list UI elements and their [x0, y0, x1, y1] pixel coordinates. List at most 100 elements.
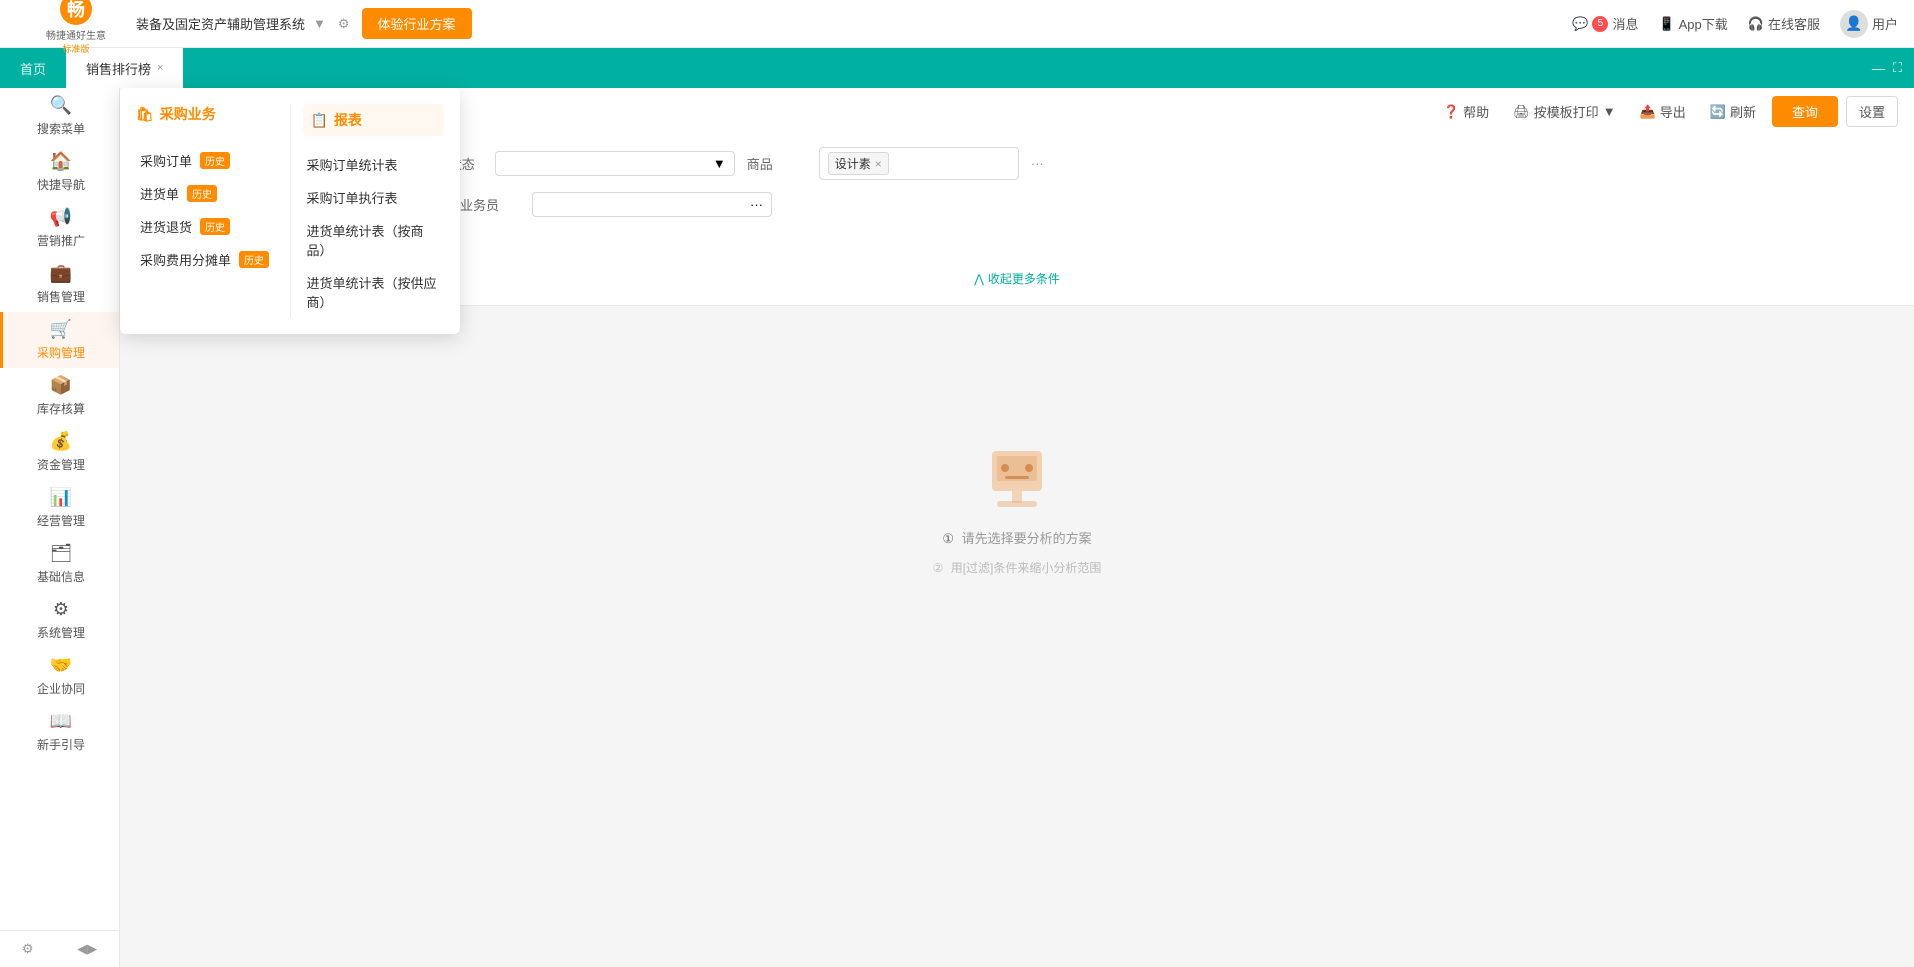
tab-sales-rank-label: 销售排行榜: [86, 59, 151, 78]
menu-item-purchase-order[interactable]: 采购订单 历史: [136, 144, 278, 177]
menu-divider: [290, 104, 291, 318]
purchase-order-exec-label: 采购订单执行表: [307, 188, 398, 207]
expense-label: 采购费用分摊单: [140, 250, 231, 269]
inbound-stats-goods-label: 进货单统计表（按商品）: [307, 221, 441, 259]
sidebar-label-enterprise: 企业协同: [37, 680, 85, 697]
sidebar-label-purchase: 采购管理: [37, 344, 85, 361]
goods-more-dots[interactable]: ···: [1031, 156, 1044, 171]
search-icon: 🔍: [50, 95, 72, 116]
sidebar-item-basic[interactable]: 🗂 基础信息: [0, 536, 119, 592]
settings-bottom-icon[interactable]: ⚙: [22, 941, 34, 957]
sidebar-item-finance[interactable]: 💰 资金管理: [0, 424, 119, 480]
print-button[interactable]: 🖨 按模板打印 ▼: [1505, 98, 1623, 125]
app-download-item[interactable]: 📱 App下载: [1658, 14, 1727, 33]
system-title-area: 装备及固定资产辅助管理系统 ▼ ⚙: [136, 14, 350, 33]
menu-item-purchase-order-stats[interactable]: 采购订单统计表: [303, 148, 445, 181]
user-item[interactable]: 👤 用户: [1840, 10, 1898, 38]
refresh-label: 刷新: [1730, 102, 1756, 121]
menu-item-purchase-order-exec[interactable]: 采购订单执行表: [303, 181, 445, 214]
inbound-label: 进货单: [140, 184, 179, 203]
online-service-label: 在线客服: [1768, 14, 1820, 33]
salesperson-select[interactable]: ···: [532, 192, 772, 217]
voucher-status-select[interactable]: ▼: [495, 151, 735, 176]
menu-item-return[interactable]: 进货退货 历史: [136, 210, 278, 243]
purchase-icon: 🛒: [50, 319, 72, 340]
menu-report-title: 📋 报表: [303, 104, 445, 136]
sidebar-item-system[interactable]: ⚙ 系统管理: [0, 592, 119, 648]
menu-item-expense[interactable]: 采购费用分摊单 历史: [136, 243, 278, 276]
voucher-status-arrow: ▼: [713, 156, 726, 171]
history-badge-1: 历史: [187, 185, 217, 202]
export-label: 导出: [1660, 102, 1686, 121]
empty-illustration: [967, 436, 1067, 516]
dropdown-arrow-icon[interactable]: ▼: [313, 16, 326, 31]
collapse-label: 收起更多条件: [988, 270, 1060, 287]
print-arrow-icon: ▼: [1603, 104, 1616, 119]
purchase-menu-label: 采购业务: [160, 104, 216, 124]
tab-bar: 首页 销售排行榜 × — ⛶: [0, 48, 1914, 88]
report-menu-label: 报表: [334, 110, 362, 130]
industry-button[interactable]: 体验行业方案: [362, 8, 472, 39]
sidebar-item-marketing[interactable]: 📢 营销推广: [0, 200, 119, 256]
sidebar-item-purchase[interactable]: 🛒 采购管理: [0, 312, 119, 368]
menu-column-report: 📋 报表 采购订单统计表 采购订单执行表 进货单统计表（按商品） 进货单统计表（…: [303, 104, 445, 318]
sidebar-item-sales[interactable]: 💼 销售管理: [0, 256, 119, 312]
sidebar-item-nav[interactable]: 🏠 快捷导航: [0, 144, 119, 200]
sidebar-label-inventory: 库存核算: [37, 400, 85, 417]
marketing-icon: 📢: [50, 207, 72, 228]
goods-tag-remove-icon[interactable]: ×: [875, 157, 882, 171]
menu-purchase-title: 🛍 采购业务: [136, 104, 278, 132]
goods-label: 商品: [747, 154, 807, 173]
history-badge-2: 历史: [200, 218, 230, 235]
sidebar-item-search[interactable]: 🔍 搜索菜单: [0, 88, 119, 144]
sidebar-item-operations[interactable]: 📊 经营管理: [0, 480, 119, 536]
print-icon: 🖨: [1513, 104, 1530, 120]
headset-icon: 🎧: [1748, 16, 1764, 32]
goods-input[interactable]: 设计素 ×: [819, 147, 1019, 180]
sidebar: 🔍 搜索菜单 🏠 快捷导航 📢 营销推广 💼 销售管理 🛒 采购管理 📦 库存核…: [0, 88, 120, 967]
report-menu-icon: 📋: [311, 112, 328, 129]
purchase-order-stats-label: 采购订单统计表: [307, 155, 398, 174]
online-service-item[interactable]: 🎧 在线客服: [1748, 14, 1820, 33]
settings-button[interactable]: 设置: [1846, 96, 1898, 127]
minimize-icon[interactable]: —: [1872, 61, 1885, 76]
refresh-button[interactable]: 🔄 刷新: [1702, 98, 1764, 125]
message-item[interactable]: 💬 5 消息: [1572, 14, 1638, 33]
system-title-text: 装备及固定资产辅助管理系统: [136, 14, 305, 33]
goods-tag-text: 设计素: [835, 155, 871, 172]
message-badge: 5: [1592, 16, 1608, 32]
sidebar-label-finance: 资金管理: [37, 456, 85, 473]
finance-icon: 💰: [50, 431, 72, 452]
sidebar-item-enterprise[interactable]: 🤝 企业协同: [0, 648, 119, 704]
empty-state: ① 请先选择要分析的方案 ② 用[过滤]条件来缩小分析范围: [120, 306, 1914, 706]
help-button[interactable]: ❓ 帮助: [1435, 98, 1497, 125]
sidebar-label-guide: 新手引导: [37, 736, 85, 753]
phone-icon: 📱: [1658, 16, 1674, 32]
export-button[interactable]: 📤 导出: [1632, 98, 1694, 125]
menu-item-inbound[interactable]: 进货单 历史: [136, 177, 278, 210]
menu-item-inbound-stats-supplier[interactable]: 进货单统计表（按供应商）: [303, 266, 445, 318]
header-right: 💬 5 消息 📱 App下载 🎧 在线客服 👤 用户: [1572, 10, 1898, 38]
goods-tag: 设计素 ×: [828, 152, 889, 175]
sidebar-item-guide[interactable]: 📖 新手引导: [0, 704, 119, 760]
tab-close-icon[interactable]: ×: [157, 62, 163, 74]
gear-icon[interactable]: ⚙: [338, 16, 350, 32]
collapse-up-icon: ⋀: [974, 272, 984, 286]
basic-icon: 🗂: [50, 543, 73, 564]
dropdown-overlay: 🛍 采购业务 采购订单 历史 进货单 历史 进货退货 历史 采购费用分摊单 历史: [120, 88, 460, 334]
query-button[interactable]: 查询: [1772, 96, 1838, 127]
logo-area: 畅 畅捷通好生意 标准版: [16, 0, 136, 55]
sidebar-item-inventory[interactable]: 📦 库存核算: [0, 368, 119, 424]
purchase-menu-icon: 🛍: [136, 106, 154, 123]
empty-hint-1: ① 请先选择要分析的方案: [942, 528, 1091, 547]
sidebar-label-nav: 快捷导航: [37, 176, 85, 193]
collapse-sidebar-icon[interactable]: ◀▶: [77, 941, 97, 957]
maximize-icon[interactable]: ⛶: [1893, 60, 1902, 76]
sidebar-label-marketing: 营销推广: [37, 232, 85, 249]
message-icon: 💬: [1572, 16, 1588, 32]
menu-item-inbound-stats-goods[interactable]: 进货单统计表（按商品）: [303, 214, 445, 266]
salesperson-label: 业务员: [460, 195, 520, 214]
help-label: 帮助: [1463, 102, 1489, 121]
refresh-icon: 🔄: [1710, 104, 1726, 120]
salesperson-dots: ···: [750, 197, 763, 212]
